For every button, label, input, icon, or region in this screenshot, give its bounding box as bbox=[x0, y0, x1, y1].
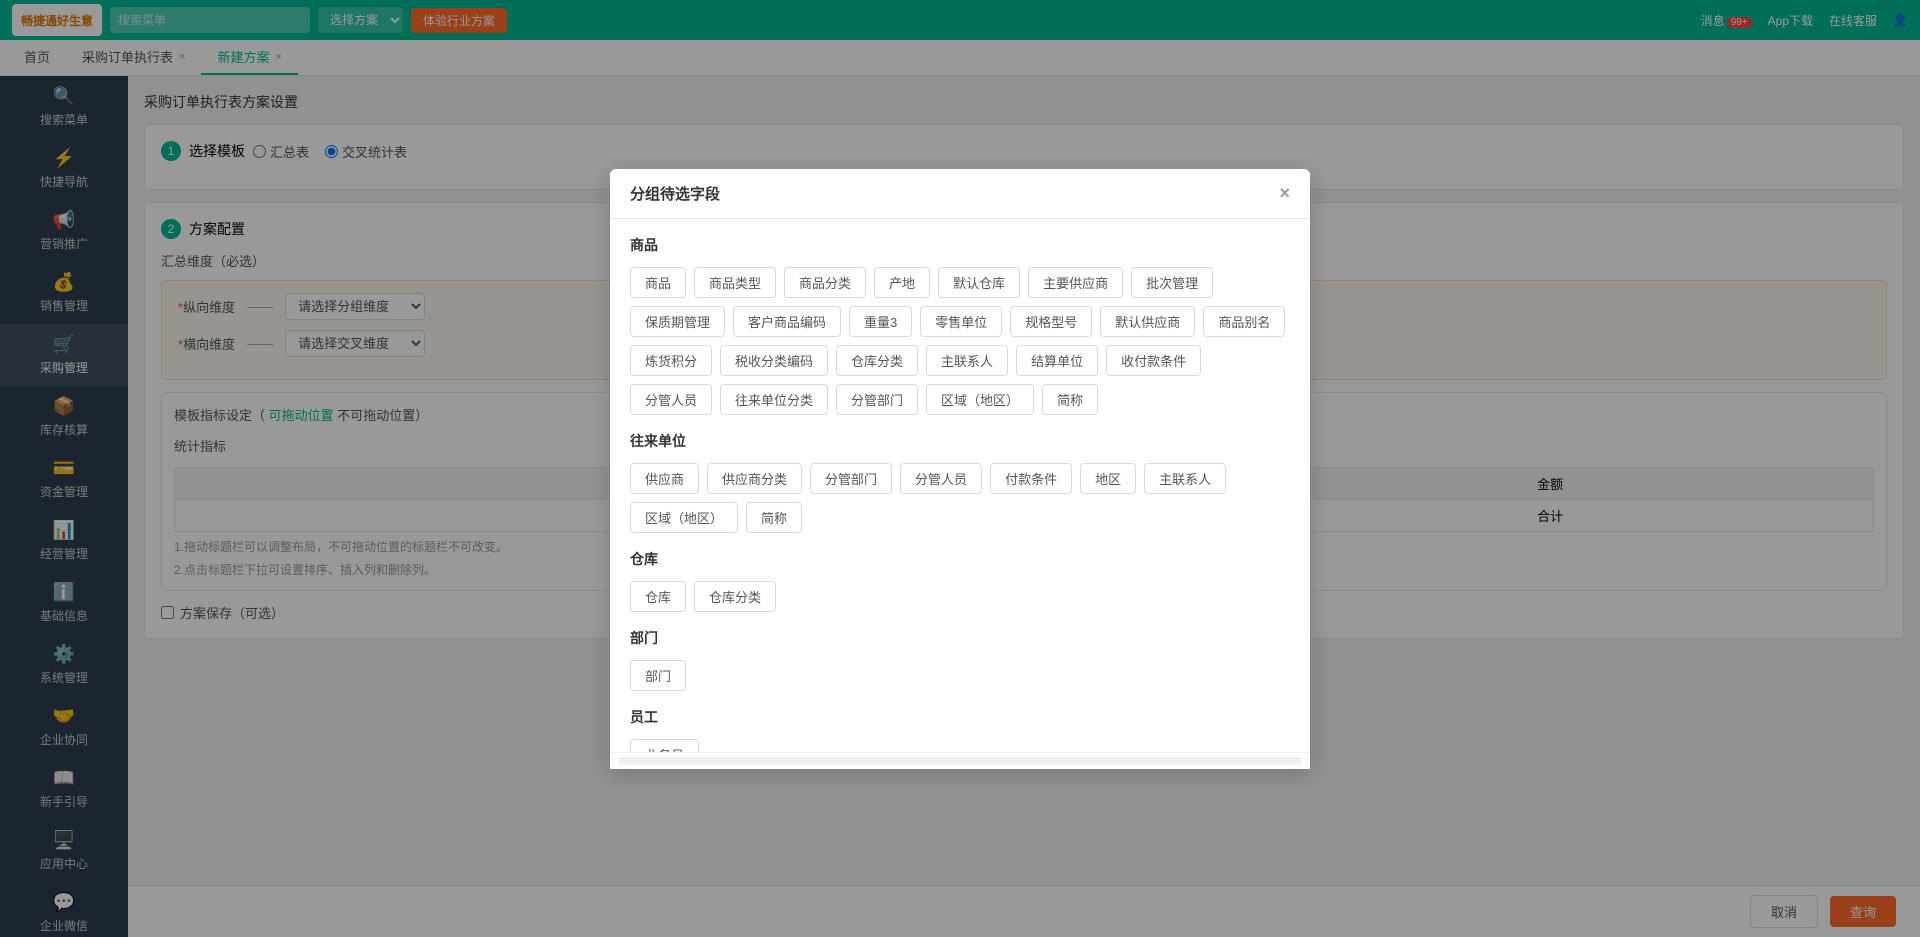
employee-fields: 业务员 bbox=[630, 739, 1290, 752]
field-product-type[interactable]: 商品类型 bbox=[694, 267, 776, 298]
section-title-warehouse: 仓库 bbox=[630, 549, 1290, 569]
field-select-modal: 分组待选字段 × 商品 商品 商品类型 商品分类 产地 默认仓库 主要供应商 批… bbox=[610, 169, 1310, 769]
product-fields: 商品 商品类型 商品分类 产地 默认仓库 主要供应商 批次管理 保质期管理 客户… bbox=[630, 267, 1290, 415]
field-origin[interactable]: 产地 bbox=[874, 267, 930, 298]
field-short-name-product[interactable]: 简称 bbox=[1042, 384, 1098, 415]
field-partner-category[interactable]: 往来单位分类 bbox=[720, 384, 828, 415]
field-shelf-life[interactable]: 保质期管理 bbox=[630, 306, 725, 337]
modal-header: 分组待选字段 × bbox=[610, 169, 1310, 219]
field-partner-dept[interactable]: 分管部门 bbox=[810, 463, 892, 494]
modal-overlay[interactable]: 分组待选字段 × 商品 商品 商品类型 商品分类 产地 默认仓库 主要供应商 批… bbox=[0, 0, 1920, 937]
section-title-dept: 部门 bbox=[630, 628, 1290, 648]
field-area[interactable]: 地区 bbox=[1080, 463, 1136, 494]
modal-title: 分组待选字段 bbox=[630, 183, 720, 204]
warehouse-fields: 仓库 仓库分类 bbox=[630, 581, 1290, 612]
field-supplier-category[interactable]: 供应商分类 bbox=[707, 463, 802, 494]
field-product-category[interactable]: 商品分类 bbox=[784, 267, 866, 298]
modal-close-button[interactable]: × bbox=[1279, 183, 1290, 204]
field-dept[interactable]: 部门 bbox=[630, 660, 686, 691]
field-warehouse[interactable]: 仓库 bbox=[630, 581, 686, 612]
field-default-supplier[interactable]: 默认供应商 bbox=[1100, 306, 1195, 337]
field-product[interactable]: 商品 bbox=[630, 267, 686, 298]
field-sales-rep[interactable]: 业务员 bbox=[630, 739, 699, 752]
section-title-product: 商品 bbox=[630, 235, 1290, 255]
field-payment-terms[interactable]: 收付款条件 bbox=[1106, 345, 1201, 376]
field-region-partner[interactable]: 区域（地区） bbox=[630, 502, 738, 533]
partner-fields: 供应商 供应商分类 分管部门 分管人员 付款条件 地区 主联系人 区域（地区） … bbox=[630, 463, 1290, 533]
field-product-alias[interactable]: 商品别名 bbox=[1203, 306, 1285, 337]
field-main-supplier[interactable]: 主要供应商 bbox=[1028, 267, 1123, 298]
field-warehouse-category[interactable]: 仓库分类 bbox=[836, 345, 918, 376]
field-retail-unit[interactable]: 零售单位 bbox=[920, 306, 1002, 337]
field-supplier[interactable]: 供应商 bbox=[630, 463, 699, 494]
field-main-contact[interactable]: 主联系人 bbox=[926, 345, 1008, 376]
field-warehouse-cat[interactable]: 仓库分类 bbox=[694, 581, 776, 612]
modal-body: 商品 商品 商品类型 商品分类 产地 默认仓库 主要供应商 批次管理 保质期管理… bbox=[610, 219, 1310, 752]
field-region-product[interactable]: 区域（地区） bbox=[926, 384, 1034, 415]
section-title-employee: 员工 bbox=[630, 707, 1290, 727]
dept-fields: 部门 bbox=[630, 660, 1290, 691]
field-refine-points[interactable]: 炼货积分 bbox=[630, 345, 712, 376]
field-short-name-partner[interactable]: 简称 bbox=[746, 502, 802, 533]
field-main-contact-partner[interactable]: 主联系人 bbox=[1144, 463, 1226, 494]
field-default-warehouse[interactable]: 默认仓库 bbox=[938, 267, 1020, 298]
horizontal-scrollbar[interactable] bbox=[618, 757, 1302, 765]
field-payment-condition[interactable]: 付款条件 bbox=[990, 463, 1072, 494]
field-manager[interactable]: 分管人员 bbox=[630, 384, 712, 415]
section-title-partner: 往来单位 bbox=[630, 431, 1290, 451]
modal-scrollbar bbox=[610, 752, 1310, 769]
field-batch-manage[interactable]: 批次管理 bbox=[1131, 267, 1213, 298]
field-dept-manage[interactable]: 分管部门 bbox=[836, 384, 918, 415]
field-partner-manager[interactable]: 分管人员 bbox=[900, 463, 982, 494]
field-weight[interactable]: 重量3 bbox=[849, 306, 912, 337]
field-settlement-unit[interactable]: 结算单位 bbox=[1016, 345, 1098, 376]
field-tax-code[interactable]: 税收分类编码 bbox=[720, 345, 828, 376]
field-customer-code[interactable]: 客户商品编码 bbox=[733, 306, 841, 337]
field-spec-model[interactable]: 规格型号 bbox=[1010, 306, 1092, 337]
